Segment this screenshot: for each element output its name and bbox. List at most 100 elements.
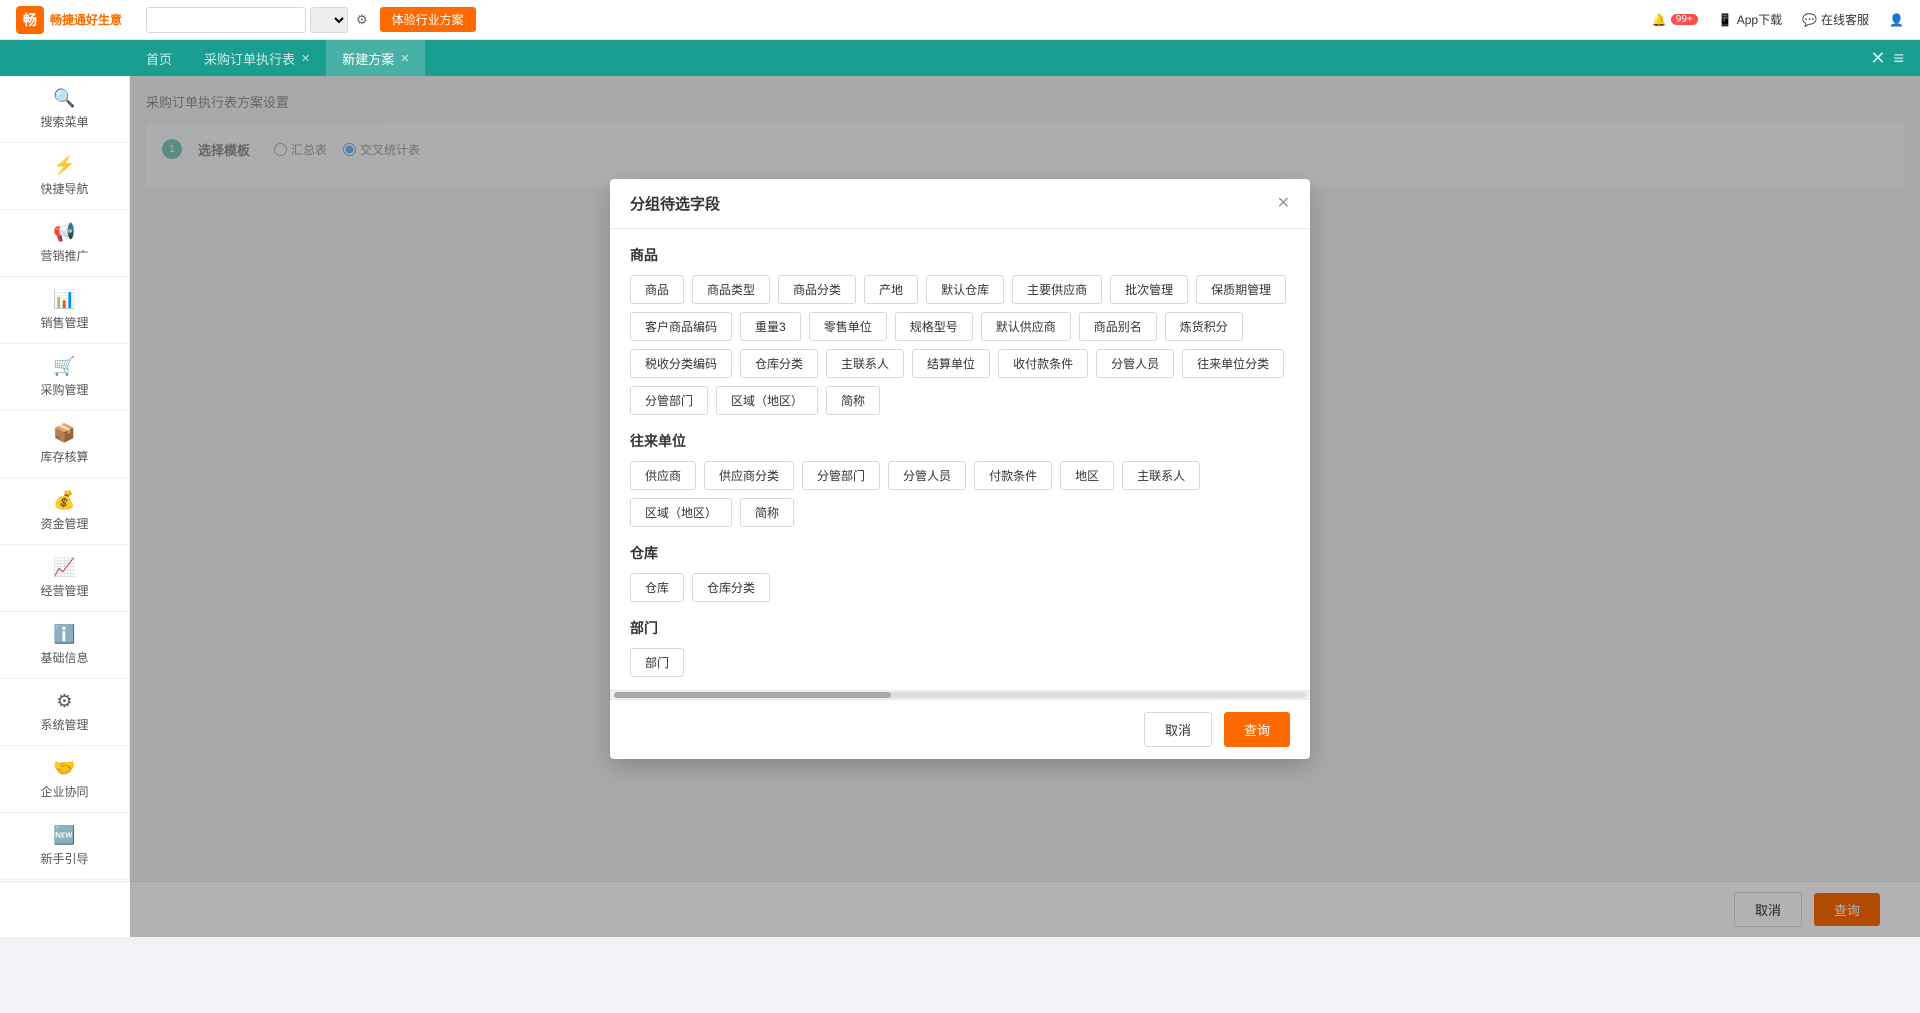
avatar-icon: 👤	[1889, 13, 1904, 27]
tab-home-label: 首页	[146, 49, 172, 68]
tag-goods-1[interactable]: 商品类型	[692, 275, 770, 304]
tab-home[interactable]: 首页	[130, 40, 188, 76]
tag-cp-8[interactable]: 简称	[740, 498, 794, 527]
service-icon: 💬	[1802, 13, 1817, 27]
tag-cp-5[interactable]: 地区	[1060, 461, 1114, 490]
tag-cp-4[interactable]: 付款条件	[974, 461, 1052, 490]
tab-new-plan-label: 新建方案	[342, 49, 394, 68]
tag-cp-1[interactable]: 供应商分类	[704, 461, 794, 490]
sidebar-item-quick-nav[interactable]: ⚡ 快捷导航	[0, 143, 129, 210]
tab-right-controls: ✕ ≡	[1870, 48, 1920, 69]
tab-purchase-exec[interactable]: 采购订单执行表 ✕	[188, 40, 326, 76]
notification-badge: 99+	[1671, 14, 1698, 25]
sidebar-item-finance[interactable]: 💰 资金管理	[0, 478, 129, 545]
tag-cp-7[interactable]: 区域（地区）	[630, 498, 732, 527]
system-icon: ⚙	[56, 691, 72, 712]
tag-wh-0[interactable]: 仓库	[630, 573, 684, 602]
phone-icon: 📱	[1718, 13, 1733, 27]
tag-goods-14[interactable]: 炼货积分	[1165, 312, 1243, 341]
tab-menu-icon[interactable]: ≡	[1893, 48, 1904, 69]
modal-confirm-btn[interactable]: 查询	[1224, 712, 1290, 747]
tag-goods-21[interactable]: 往来单位分类	[1182, 349, 1284, 378]
sidebar-item-sales[interactable]: 📊 销售管理	[0, 277, 129, 344]
sales-icon: 📊	[53, 289, 75, 310]
tag-goods-20[interactable]: 分管人员	[1096, 349, 1174, 378]
tag-goods-22[interactable]: 分管部门	[630, 386, 708, 415]
modal-close-btn[interactable]: ✕	[1277, 193, 1290, 213]
tag-cp-6[interactable]: 主联系人	[1122, 461, 1200, 490]
tab-purchase-close[interactable]: ✕	[301, 52, 310, 65]
sidebar-quick-nav-label: 快捷导航	[40, 180, 88, 197]
modal-footer: 取消 查询	[610, 699, 1310, 759]
sidebar-guide-label: 新手引导	[40, 850, 88, 867]
modal-cancel-btn[interactable]: 取消	[1144, 712, 1212, 747]
tab-close-icon[interactable]: ✕	[1870, 48, 1885, 69]
sidebar-system-label: 系统管理	[40, 716, 88, 733]
sidebar-item-purchase[interactable]: 🛒 采购管理	[0, 344, 129, 411]
tag-goods-3[interactable]: 产地	[864, 275, 918, 304]
app-download-item[interactable]: 📱 App下载	[1718, 11, 1782, 28]
tag-goods-12[interactable]: 默认供应商	[981, 312, 1071, 341]
modal-body: 商品 商品 商品类型 商品分类 产地 默认仓库 主要供应商 批次管理 保质期管理…	[610, 229, 1310, 691]
sidebar: 🔍 搜索菜单 ⚡ 快捷导航 📢 营销推广 📊 销售管理 🛒 采购管理 📦 库存核…	[0, 76, 130, 937]
tag-goods-10[interactable]: 零售单位	[809, 312, 887, 341]
sidebar-item-search[interactable]: 🔍 搜索菜单	[0, 76, 129, 143]
sidebar-item-collab[interactable]: 🤝 企业协同	[0, 746, 129, 813]
tag-goods-6[interactable]: 批次管理	[1110, 275, 1188, 304]
section-warehouse-title: 仓库	[630, 543, 1290, 563]
tag-goods-5[interactable]: 主要供应商	[1012, 275, 1102, 304]
search-icon: 🔍	[53, 88, 75, 109]
tag-cp-3[interactable]: 分管人员	[888, 461, 966, 490]
tag-goods-4[interactable]: 默认仓库	[926, 275, 1004, 304]
tag-cp-2[interactable]: 分管部门	[802, 461, 880, 490]
inventory-icon: 📦	[53, 423, 75, 444]
tag-goods-19[interactable]: 收付款条件	[998, 349, 1088, 378]
tag-goods-15[interactable]: 税收分类编码	[630, 349, 732, 378]
section-department: 部门 部门	[630, 618, 1290, 677]
warehouse-tag-group: 仓库 仓库分类	[630, 573, 1290, 602]
hscroll-track	[614, 692, 1306, 698]
tag-goods-7[interactable]: 保质期管理	[1196, 275, 1286, 304]
sidebar-item-system[interactable]: ⚙ 系统管理	[0, 679, 129, 746]
section-goods: 商品 商品 商品类型 商品分类 产地 默认仓库 主要供应商 批次管理 保质期管理…	[630, 245, 1290, 415]
exp-btn[interactable]: 体验行业方案	[380, 7, 476, 32]
tag-wh-1[interactable]: 仓库分类	[692, 573, 770, 602]
sidebar-item-marketing[interactable]: 📢 营销推广	[0, 210, 129, 277]
base-info-icon: ℹ️	[53, 624, 75, 645]
tag-goods-18[interactable]: 结算单位	[912, 349, 990, 378]
gear-icon[interactable]: ⚙	[356, 12, 368, 28]
operations-icon: 📈	[53, 557, 75, 578]
section-department-title: 部门	[630, 618, 1290, 638]
tab-purchase-label: 采购订单执行表	[204, 49, 295, 68]
hscroll-thumb[interactable]	[614, 692, 891, 698]
header: 畅 畅捷通好生意 ⚙ 体验行业方案 🔔 99+ 📱 App下载 💬 在线客服 👤	[0, 0, 1920, 40]
sidebar-item-inventory[interactable]: 📦 库存核算	[0, 411, 129, 478]
tag-goods-17[interactable]: 主联系人	[826, 349, 904, 378]
tag-goods-8[interactable]: 客户商品编码	[630, 312, 732, 341]
tag-goods-9[interactable]: 重量3	[740, 312, 801, 341]
tag-dept-0[interactable]: 部门	[630, 648, 684, 677]
sidebar-item-guide[interactable]: 🆕 新手引导	[0, 813, 129, 880]
tag-goods-2[interactable]: 商品分类	[778, 275, 856, 304]
notification-item[interactable]: 🔔 99+	[1652, 13, 1698, 27]
tag-cp-0[interactable]: 供应商	[630, 461, 696, 490]
tag-goods-23[interactable]: 区域（地区）	[716, 386, 818, 415]
search-dropdown[interactable]	[310, 7, 348, 33]
user-avatar[interactable]: 👤	[1889, 13, 1904, 27]
tag-goods-11[interactable]: 规格型号	[895, 312, 973, 341]
sidebar-item-operations[interactable]: 📈 经营管理	[0, 545, 129, 612]
sidebar-item-base-info[interactable]: ℹ️ 基础信息	[0, 612, 129, 679]
search-input[interactable]	[146, 7, 306, 33]
tab-new-plan-close[interactable]: ✕	[400, 52, 409, 65]
guide-icon: 🆕	[53, 825, 75, 846]
tag-goods-24[interactable]: 简称	[826, 386, 880, 415]
tag-goods-16[interactable]: 仓库分类	[740, 349, 818, 378]
tag-goods-0[interactable]: 商品	[630, 275, 684, 304]
online-service-item[interactable]: 💬 在线客服	[1802, 11, 1869, 28]
tab-new-plan[interactable]: 新建方案 ✕	[326, 40, 425, 76]
tag-goods-13[interactable]: 商品别名	[1079, 312, 1157, 341]
purchase-icon: 🛒	[53, 356, 75, 377]
marketing-icon: 📢	[53, 222, 75, 243]
bell-icon: 🔔	[1652, 13, 1667, 27]
modal-hscrollbar[interactable]	[610, 690, 1310, 698]
